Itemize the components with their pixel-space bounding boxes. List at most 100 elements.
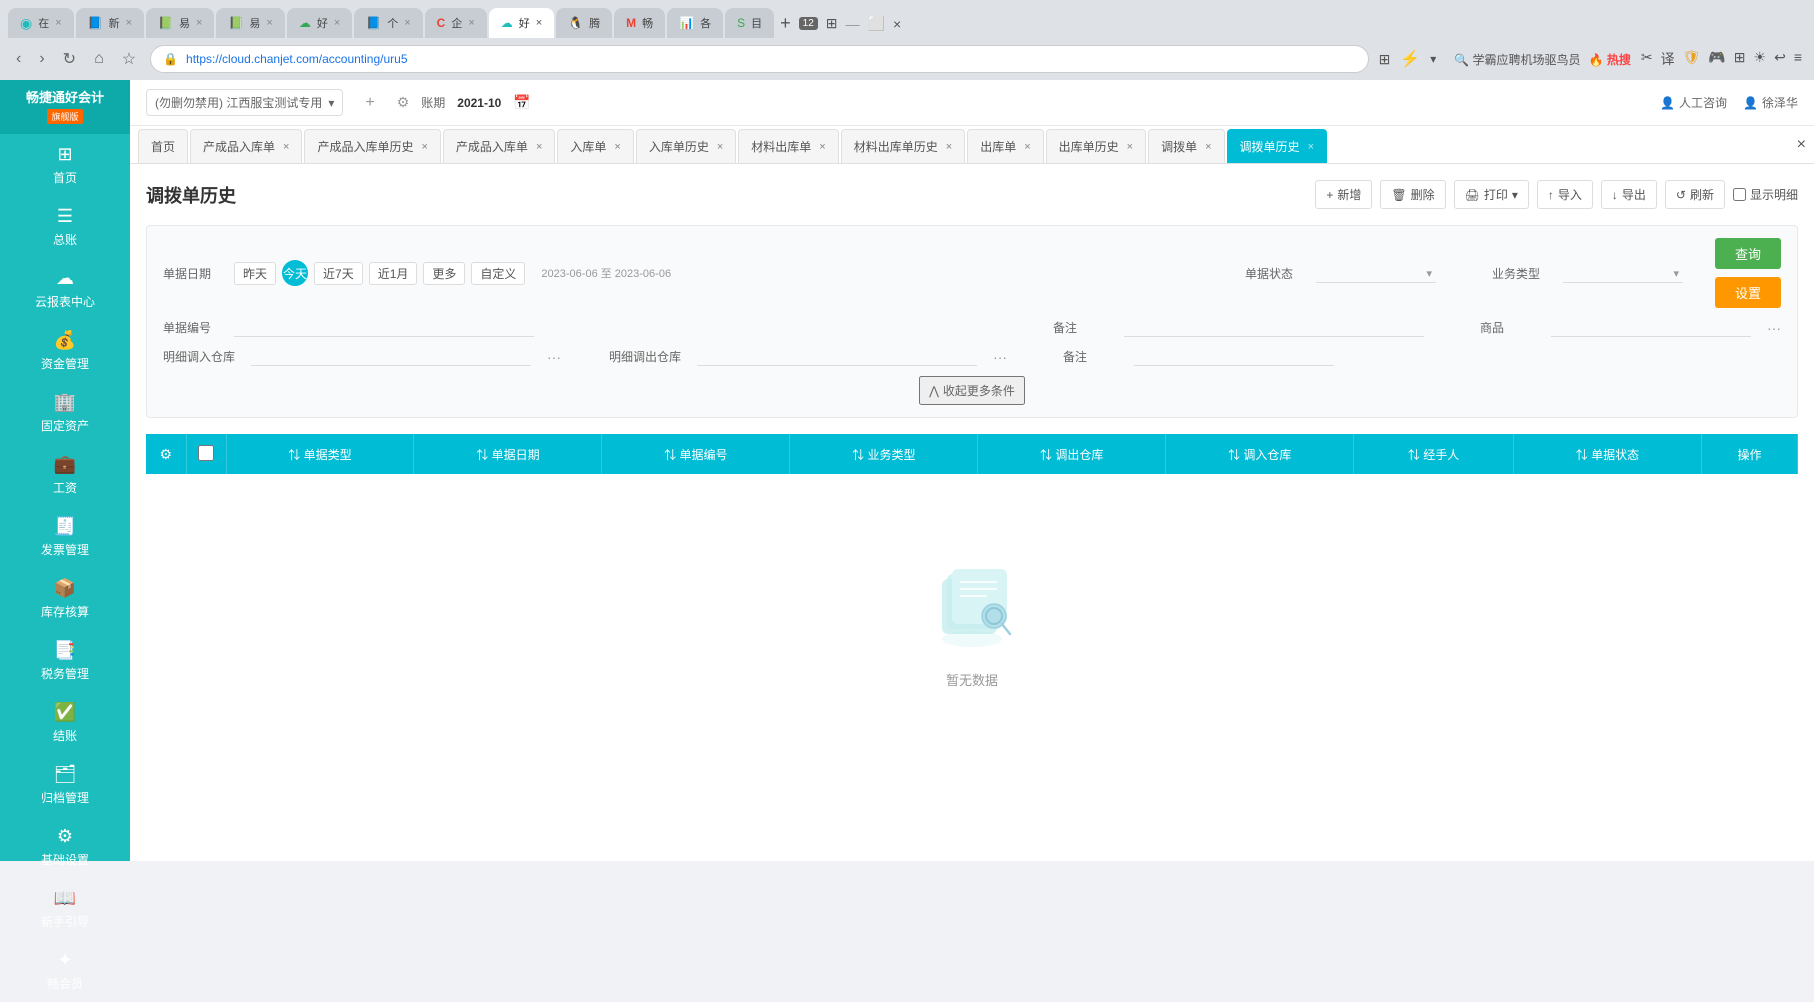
- tab-home[interactable]: 首页: [138, 129, 188, 163]
- col-doc-status[interactable]: ⇅ 单据状态: [1514, 434, 1702, 474]
- detail-out-more-btn[interactable]: ···: [993, 349, 1007, 365]
- brightness-btn[interactable]: ☀: [1754, 49, 1767, 69]
- collapse-btn[interactable]: ⋀ 收起更多条件: [919, 376, 1025, 405]
- tab-product-in-history[interactable]: 产成品入库单历史 ×: [304, 129, 440, 163]
- undo-btn[interactable]: ↩: [1774, 49, 1786, 69]
- tab-out-order[interactable]: 出库单 ×: [967, 129, 1043, 163]
- scissors-icon[interactable]: ✂: [1641, 49, 1653, 69]
- select-all-checkbox[interactable]: [198, 445, 214, 461]
- tab-material-out-close[interactable]: ×: [819, 141, 825, 153]
- tab-in-order[interactable]: 入库单 ×: [557, 129, 633, 163]
- note-input[interactable]: [1134, 347, 1334, 366]
- browser-tab-8[interactable]: ☁ 好 ×: [489, 8, 554, 38]
- tab-material-out-history[interactable]: 材料出库单历史 ×: [841, 129, 965, 163]
- display-toggle[interactable]: 显示明细: [1733, 186, 1798, 203]
- setting-btn[interactable]: 设置: [1715, 277, 1781, 308]
- grid-btn[interactable]: ⊞: [1734, 49, 1746, 69]
- sidebar-item-settings[interactable]: ⚙ 基础设置: [0, 816, 130, 878]
- tab-transfer-history-close[interactable]: ×: [1308, 141, 1314, 153]
- user-avatar[interactable]: 👤 徐泽华: [1743, 94, 1798, 111]
- col-handler[interactable]: ⇅ 经手人: [1354, 434, 1514, 474]
- tab-product-in[interactable]: 产成品入库单 ×: [190, 129, 302, 163]
- sidebar-item-capital[interactable]: 💰 资金管理: [0, 320, 130, 382]
- goods-more-btn[interactable]: ···: [1767, 320, 1781, 336]
- sidebar-item-settle[interactable]: ✅ 结账: [0, 692, 130, 754]
- tab-in-order-history-close[interactable]: ×: [717, 141, 723, 153]
- date-btn-more[interactable]: 更多: [423, 262, 465, 285]
- delete-btn[interactable]: 🗑 删除: [1380, 180, 1445, 209]
- browser-tab-6[interactable]: 📘 个 ×: [354, 8, 422, 38]
- close-window-btn[interactable]: ×: [893, 16, 901, 32]
- date-btn-today[interactable]: 今天: [282, 260, 308, 286]
- date-btn-1month[interactable]: 近1月: [369, 262, 418, 285]
- tab-transfer-close[interactable]: ×: [1205, 141, 1211, 153]
- bookmark-btn[interactable]: ☆: [118, 45, 140, 73]
- tab-in-order-close[interactable]: ×: [614, 141, 620, 153]
- col-doc-no[interactable]: ⇅ 单据编号: [602, 434, 790, 474]
- sidebar-item-invoice[interactable]: 🧾 发票管理: [0, 506, 130, 568]
- tab-transfer-history[interactable]: 调拨单历史 ×: [1227, 129, 1327, 163]
- close-all-tabs-btn[interactable]: ×: [1789, 132, 1814, 158]
- browser-tab-1[interactable]: ◉ 在 ×: [8, 8, 74, 38]
- translate-btn[interactable]: 译: [1661, 49, 1675, 69]
- docno-input[interactable]: [234, 318, 534, 337]
- menu-btn[interactable]: ≡: [1794, 49, 1802, 69]
- status-select[interactable]: [1316, 264, 1436, 283]
- goods-input[interactable]: [1551, 318, 1751, 337]
- browser-tab-2[interactable]: 📘 新 ×: [76, 8, 144, 38]
- gear-settings-icon[interactable]: ⚙: [397, 94, 410, 111]
- browser-tab-12[interactable]: S 目: [725, 8, 774, 38]
- date-btn-7days[interactable]: 近7天: [314, 262, 363, 285]
- detail-in-input[interactable]: [251, 347, 531, 366]
- sidebar-item-tax[interactable]: 📑 税务管理: [0, 630, 130, 692]
- col-doc-type[interactable]: ⇅ 单据类型: [226, 434, 414, 474]
- browser-tab-11[interactable]: 📊 各: [667, 8, 723, 38]
- calendar-icon[interactable]: 📅: [513, 94, 530, 111]
- print-btn[interactable]: 🖨 打印 ▾: [1454, 180, 1529, 209]
- shield-btn[interactable]: 🛡: [1683, 49, 1701, 69]
- refresh-browser-btn[interactable]: ↻: [59, 45, 80, 73]
- sidebar-item-assets[interactable]: 🏢 固定资产: [0, 382, 130, 444]
- back-btn[interactable]: ‹: [12, 46, 25, 72]
- sidebar-item-archive[interactable]: 🗂 归档管理: [0, 754, 130, 816]
- detail-out-input[interactable]: [697, 347, 977, 366]
- address-input-bar[interactable]: 🔒 https://cloud.chanjet.com/accounting/u…: [150, 45, 1369, 73]
- tab-out-order-history-close[interactable]: ×: [1127, 141, 1133, 153]
- query-btn[interactable]: 查询: [1715, 238, 1781, 269]
- col-biz-type[interactable]: ⇅ 业务类型: [790, 434, 978, 474]
- forward-btn[interactable]: ›: [35, 46, 48, 72]
- date-btn-yesterday[interactable]: 昨天: [234, 262, 276, 285]
- browser-tab-9[interactable]: 🐧 腾: [556, 8, 612, 38]
- support-btn[interactable]: 👤 人工咨询: [1660, 94, 1727, 111]
- tab-list-btn[interactable]: ⊞: [826, 15, 838, 32]
- tab-product-in2-close[interactable]: ×: [536, 141, 542, 153]
- tab-out-order-close[interactable]: ×: [1024, 141, 1030, 153]
- add-tab-btn[interactable]: +: [780, 13, 791, 34]
- col-out-warehouse[interactable]: ⇅ 调出仓库: [978, 434, 1166, 474]
- tab-material-out[interactable]: 材料出库单 ×: [738, 129, 838, 163]
- browser-tab-5[interactable]: ☁ 好 ×: [287, 8, 352, 38]
- home-btn[interactable]: ⌂: [90, 46, 108, 72]
- company-selector[interactable]: (勿删勿禁用) 江西服宝测试专用 ▾: [146, 89, 343, 116]
- browser-tab-10[interactable]: M 畅: [614, 8, 665, 38]
- detail-in-more-btn[interactable]: ···: [547, 349, 561, 365]
- game-btn[interactable]: 🎮: [1708, 49, 1725, 69]
- sidebar-item-ledger[interactable]: ☰ 总账: [0, 196, 130, 258]
- extensions-btn[interactable]: ⊞: [1379, 51, 1391, 68]
- maximize-btn[interactable]: ⬜: [868, 15, 885, 32]
- table-gear-icon[interactable]: ⚙: [159, 446, 172, 462]
- tab-product-in-close[interactable]: ×: [283, 141, 289, 153]
- new-btn[interactable]: + 新增: [1315, 180, 1372, 209]
- sidebar-item-salary[interactable]: 💼 工资: [0, 444, 130, 506]
- import-btn[interactable]: ↑ 导入: [1537, 180, 1593, 209]
- lightning-btn[interactable]: ⚡: [1400, 49, 1420, 69]
- sidebar-item-reports[interactable]: ☁ 云报表中心: [0, 258, 130, 320]
- browser-tab-4[interactable]: 📗 易 ×: [216, 8, 284, 38]
- tab-product-in-history-close[interactable]: ×: [421, 141, 427, 153]
- tab-out-order-history[interactable]: 出库单历史 ×: [1046, 129, 1146, 163]
- remark-input[interactable]: [1124, 318, 1424, 337]
- sidebar-item-member[interactable]: ✦ 畅会员: [0, 940, 130, 1002]
- biz-type-select[interactable]: [1563, 264, 1683, 283]
- sidebar-item-home[interactable]: ⊞ 首页: [0, 134, 130, 196]
- browser-tab-7[interactable]: C 企 ×: [425, 8, 487, 38]
